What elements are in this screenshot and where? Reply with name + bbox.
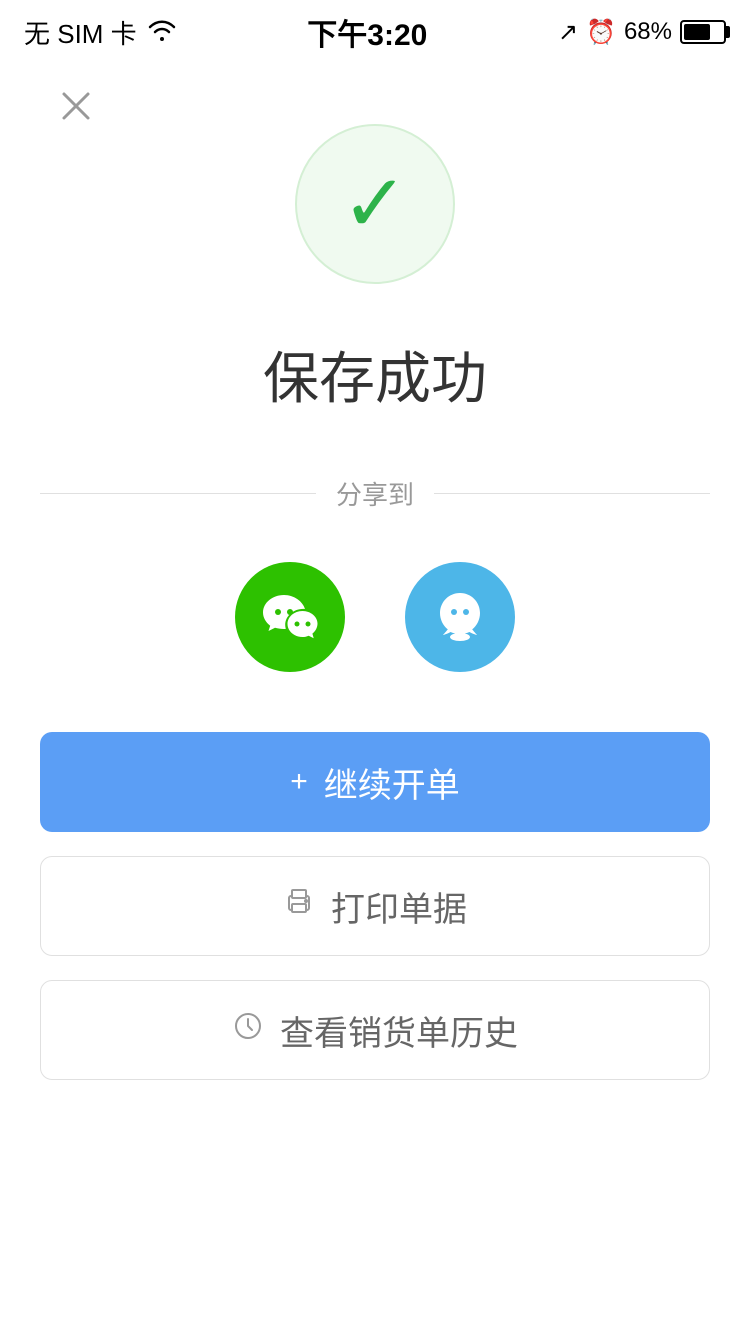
continue-label: 继续开单 <box>324 758 460 807</box>
status-indicators: ↗ ⏰ 68% <box>558 18 726 47</box>
continue-button[interactable]: + 继续开单 <box>40 732 710 832</box>
alarm-icon: ⏰ <box>586 18 616 47</box>
history-icon <box>232 1010 264 1050</box>
share-icons-container <box>40 562 710 672</box>
share-label: 分享到 <box>336 475 414 512</box>
success-title: 保存成功 <box>263 334 487 415</box>
print-button[interactable]: 打印单据 <box>40 856 710 956</box>
wechat-share-button[interactable] <box>235 562 345 672</box>
status-time: 下午3:20 <box>307 10 427 54</box>
plus-icon: + <box>290 765 308 799</box>
share-section: 分享到 <box>0 475 750 672</box>
history-button[interactable]: 查看销货单历史 <box>40 980 710 1080</box>
checkmark-icon: ✓ <box>341 164 408 244</box>
print-label: 打印单据 <box>331 882 467 931</box>
close-button[interactable] <box>50 80 102 132</box>
success-icon-circle: ✓ <box>295 124 455 284</box>
main-content: ✓ 保存成功 分享到 <box>0 64 750 1080</box>
battery-percentage: 68% <box>624 18 672 46</box>
location-icon: ↗ <box>558 18 578 47</box>
print-icon <box>283 886 315 926</box>
battery-fill <box>684 24 710 40</box>
qq-share-button[interactable] <box>405 562 515 672</box>
status-bar: 无 SIM 卡 下午3:20 ↗ ⏰ 68% <box>0 0 750 64</box>
battery-bar <box>680 20 726 44</box>
share-divider: 分享到 <box>40 475 710 512</box>
action-buttons: + 继续开单 打印单据 查看销货单历史 <box>0 732 750 1080</box>
status-carrier: 无 SIM 卡 <box>24 14 177 51</box>
wifi-icon <box>147 17 177 48</box>
carrier-text: 无 SIM 卡 <box>24 14 137 51</box>
history-label: 查看销货单历史 <box>280 1006 518 1055</box>
